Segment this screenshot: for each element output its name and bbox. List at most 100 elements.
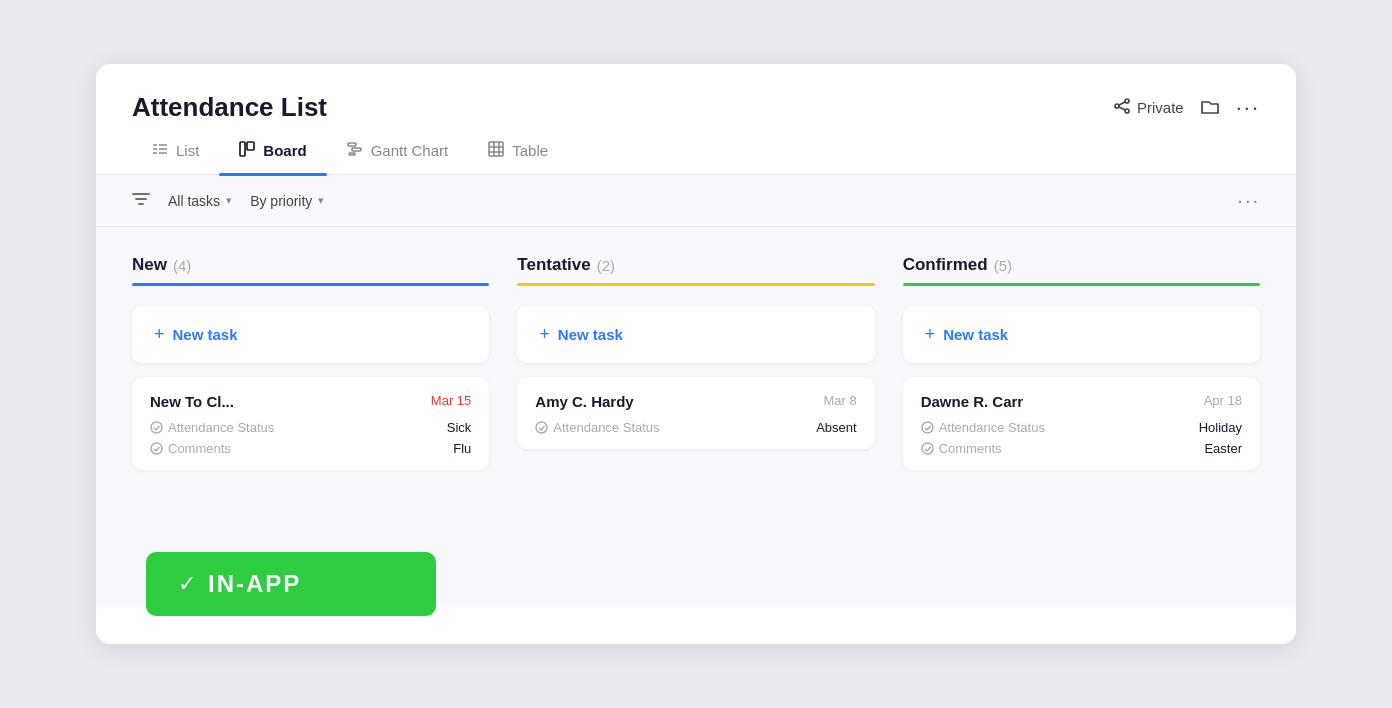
list-icon xyxy=(152,141,168,160)
in-app-label: IN-APP xyxy=(208,570,301,598)
column-title-tentative: Tentative xyxy=(517,255,590,275)
column-tentative: Tentative (2) + New task Amy C. Hardy Ma… xyxy=(503,255,888,579)
all-tasks-filter[interactable]: All tasks ▾ xyxy=(168,193,232,209)
filter-bar: All tasks ▾ By priority ▾ ··· xyxy=(96,175,1296,227)
check-icon: ✓ xyxy=(178,571,196,597)
private-label: Private xyxy=(1137,99,1184,116)
column-new: New (4) + New task New To Cl... Mar 15 xyxy=(132,255,503,579)
field-value: Holiday xyxy=(1199,420,1242,435)
more-action[interactable]: ··· xyxy=(1236,95,1260,121)
task-field: Attendance Status Holiday xyxy=(921,420,1242,435)
more-dots-icon: ··· xyxy=(1236,95,1260,121)
tab-gantt-label: Gantt Chart xyxy=(371,142,449,159)
column-count-new: (4) xyxy=(173,257,191,274)
task-card: Amy C. Hardy Mar 8 Attendance Status Abs… xyxy=(517,377,874,449)
table-icon xyxy=(488,141,504,160)
svg-point-26 xyxy=(536,422,547,433)
field-value: Sick xyxy=(447,420,472,435)
task-date: Apr 18 xyxy=(1204,393,1242,408)
column-title-confirmed: Confirmed xyxy=(903,255,988,275)
plus-icon: + xyxy=(925,324,936,345)
filter-more-action[interactable]: ··· xyxy=(1237,189,1260,212)
tab-table-label: Table xyxy=(512,142,548,159)
board-area: New (4) + New task New To Cl... Mar 15 xyxy=(96,227,1296,607)
tab-board-label: Board xyxy=(263,142,306,159)
plus-icon: + xyxy=(539,324,550,345)
svg-point-24 xyxy=(151,422,162,433)
column-count-confirmed: (5) xyxy=(994,257,1012,274)
tab-table[interactable]: Table xyxy=(468,141,568,174)
svg-point-27 xyxy=(922,422,933,433)
svg-rect-15 xyxy=(349,153,355,155)
svg-point-28 xyxy=(922,443,933,454)
column-line-confirmed xyxy=(903,283,1260,286)
task-name: New To Cl... xyxy=(150,393,234,410)
svg-rect-13 xyxy=(348,143,356,146)
field-label: Comments xyxy=(150,441,231,456)
folder-action[interactable] xyxy=(1200,97,1220,118)
in-app-banner: ✓ IN-APP xyxy=(146,552,436,616)
field-label: Comments xyxy=(921,441,1002,456)
field-label: Attendance Status xyxy=(150,420,274,435)
task-field: Attendance Status Sick xyxy=(150,420,471,435)
page-title: Attendance List xyxy=(132,92,327,123)
task-field: Comments Flu xyxy=(150,441,471,456)
column-count-tentative: (2) xyxy=(597,257,615,274)
column-line-new xyxy=(132,283,489,286)
app-window: Attendance List Private xyxy=(96,64,1296,644)
more-dots-icon: ··· xyxy=(1237,189,1260,211)
column-confirmed: Confirmed (5) + New task Dawne R. Carr A… xyxy=(889,255,1260,579)
header: Attendance List Private xyxy=(96,64,1296,123)
task-card: Dawne R. Carr Apr 18 Attendance Status H… xyxy=(903,377,1260,470)
column-title-new: New xyxy=(132,255,167,275)
share-icon xyxy=(1113,97,1131,118)
caret-down-icon: ▾ xyxy=(226,194,232,207)
column-line-tentative xyxy=(517,283,874,286)
svg-line-3 xyxy=(1119,102,1125,105)
column-header-new: New (4) xyxy=(132,255,489,296)
share-action[interactable]: Private xyxy=(1113,97,1184,118)
task-field: Attendance Status Absent xyxy=(535,420,856,435)
svg-rect-14 xyxy=(352,148,361,151)
tab-board[interactable]: Board xyxy=(219,141,326,174)
folder-icon xyxy=(1200,97,1220,118)
task-name: Dawne R. Carr xyxy=(921,393,1024,410)
priority-filter[interactable]: By priority ▾ xyxy=(250,193,324,209)
filter-left: All tasks ▾ By priority ▾ xyxy=(132,191,324,211)
svg-rect-16 xyxy=(489,142,503,156)
task-field: Comments Easter xyxy=(921,441,1242,456)
caret-down-icon: ▾ xyxy=(318,194,324,207)
gantt-icon xyxy=(347,141,363,160)
all-tasks-label: All tasks xyxy=(168,193,220,209)
tab-list[interactable]: List xyxy=(132,141,219,174)
task-date: Mar 8 xyxy=(823,393,856,408)
field-label: Attendance Status xyxy=(535,420,659,435)
task-date: Mar 15 xyxy=(431,393,471,408)
filter-icon xyxy=(132,191,150,211)
board-icon xyxy=(239,141,255,160)
svg-rect-11 xyxy=(240,142,245,156)
task-name: Amy C. Hardy xyxy=(535,393,633,410)
new-task-label: New task xyxy=(173,326,238,343)
field-value: Flu xyxy=(453,441,471,456)
column-header-confirmed: Confirmed (5) xyxy=(903,255,1260,296)
field-value: Absent xyxy=(816,420,856,435)
new-task-button-confirmed[interactable]: + New task xyxy=(903,306,1260,363)
plus-icon: + xyxy=(154,324,165,345)
svg-point-25 xyxy=(151,443,162,454)
priority-label: By priority xyxy=(250,193,312,209)
task-card: New To Cl... Mar 15 Attendance Status Si… xyxy=(132,377,489,470)
tab-list-label: List xyxy=(176,142,199,159)
field-label: Attendance Status xyxy=(921,420,1045,435)
new-task-label: New task xyxy=(943,326,1008,343)
header-actions: Private ··· xyxy=(1113,95,1260,121)
svg-line-4 xyxy=(1119,107,1125,110)
field-value: Easter xyxy=(1204,441,1242,456)
column-header-tentative: Tentative (2) xyxy=(517,255,874,296)
tabs-bar: List Board Gantt Chart xyxy=(96,123,1296,175)
new-task-label: New task xyxy=(558,326,623,343)
new-task-button-new[interactable]: + New task xyxy=(132,306,489,363)
svg-rect-12 xyxy=(247,142,254,150)
new-task-button-tentative[interactable]: + New task xyxy=(517,306,874,363)
tab-gantt[interactable]: Gantt Chart xyxy=(327,141,469,174)
